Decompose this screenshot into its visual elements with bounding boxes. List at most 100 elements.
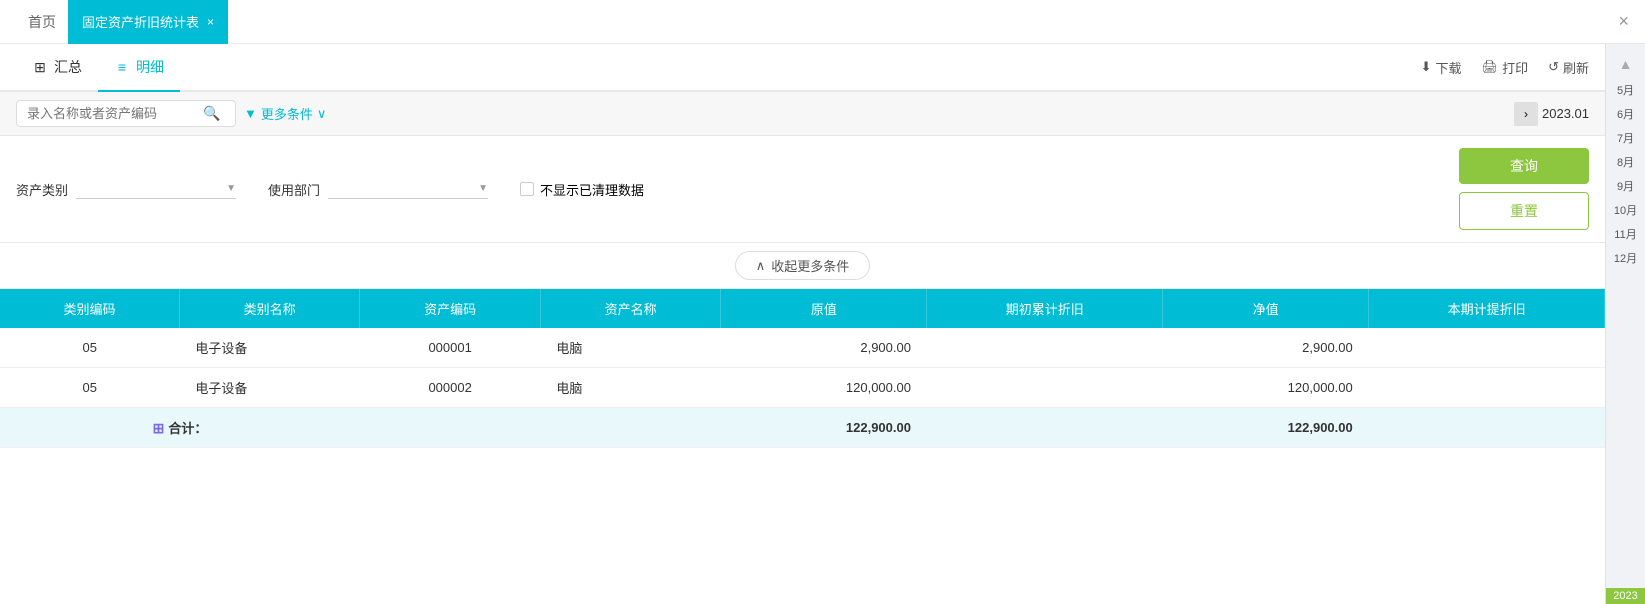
tab-summary-label: 汇总 (54, 57, 82, 77)
cell-accumulated-dep (927, 328, 1163, 368)
download-icon: ⬇ (1421, 59, 1432, 75)
active-tab[interactable]: 固定资产折旧统计表 × (68, 0, 228, 44)
cell-category-code: 05 (0, 368, 179, 408)
sidebar-month-item[interactable]: 6月 (1614, 102, 1637, 126)
print-button[interactable]: 🖨 打印 (1482, 58, 1529, 77)
cell-asset-name: 电脑 (540, 368, 720, 408)
print-label: 打印 (1502, 58, 1528, 77)
main-area: ⊞ 汇总 ≡ 明细 ⬇ 下载 🖨 打印 ↺ 刷新 (0, 44, 1645, 604)
cell-current-dep (1369, 328, 1605, 368)
sidebar-month-item[interactable]: 8月 (1614, 150, 1637, 174)
collapse-bar: ∧ 收起更多条件 (0, 243, 1605, 289)
sidebar-month-item[interactable]: 7月 (1614, 126, 1637, 150)
hide-cleared-box[interactable] (520, 182, 534, 196)
table-header-row: 类别编码 类别名称 资产编码 资产名称 原值 期初累计折旧 净值 本期计提折旧 (0, 289, 1605, 328)
sidebar-month-item[interactable]: 11月 (1614, 222, 1637, 246)
cell-category-code: 05 (0, 328, 179, 368)
query-button[interactable]: 查询 (1459, 148, 1589, 184)
cell-original-value: 2,900.00 (721, 328, 927, 368)
collapse-label: 收起更多条件 (771, 256, 849, 275)
refresh-label: 刷新 (1563, 58, 1589, 77)
col-accumulated-dep: 期初累计折旧 (927, 289, 1163, 328)
total-icon: ⊞ (153, 420, 165, 436)
col-asset-name: 资产名称 (540, 289, 720, 328)
department-label: 使用部门 (268, 180, 320, 199)
refresh-icon: ↺ (1548, 59, 1559, 75)
cell-category-name: 电子设备 (179, 328, 359, 368)
search-bar: 🔍 ▼ 更多条件 ∨ › 2023.01 (0, 92, 1605, 136)
search-input[interactable] (27, 106, 197, 121)
department-arrow: ▼ (478, 183, 488, 194)
table-row: 05 电子设备 000001 电脑 2,900.00 2,900.00 (0, 328, 1605, 368)
chevron-down-icon: ∨ (317, 106, 327, 122)
asset-category-filter: 资产类别 ▼ (16, 179, 236, 199)
asset-category-select[interactable]: ▼ (76, 179, 236, 199)
download-button[interactable]: ⬇ 下载 (1421, 58, 1462, 77)
col-category-name: 类别名称 (179, 289, 359, 328)
collapse-up-icon: ∧ (756, 258, 766, 274)
date-prev-button[interactable]: › (1514, 102, 1538, 126)
filter-row: 资产类别 ▼ 使用部门 ▼ 不显示已清理数据 查询 重置 (0, 136, 1605, 243)
tab-label: 固定资产折旧统计表 (82, 12, 199, 31)
cell-net-value: 2,900.00 (1163, 328, 1369, 368)
department-filter: 使用部门 ▼ (268, 179, 488, 199)
date-label: 2023.01 (1542, 106, 1589, 121)
summary-icon: ⊞ (32, 59, 48, 75)
search-icon: 🔍 (203, 105, 220, 122)
total-net-value: 122,900.00 (1163, 408, 1369, 448)
cell-current-dep (1369, 368, 1605, 408)
total-accumulated-dep (927, 408, 1163, 448)
detail-icon: ≡ (114, 59, 130, 75)
data-table: 类别编码 类别名称 资产编码 资产名称 原值 期初累计折旧 净值 本期计提折旧 … (0, 289, 1605, 448)
cell-asset-code: 000001 (360, 328, 540, 368)
filter-actions: 查询 重置 (1459, 148, 1589, 230)
total-original-value: 122,900.00 (721, 408, 927, 448)
cell-category-name: 电子设备 (179, 368, 359, 408)
cell-original-value: 120,000.00 (721, 368, 927, 408)
hide-cleared-checkbox[interactable]: 不显示已清理数据 (520, 180, 644, 199)
search-input-wrap[interactable]: 🔍 (16, 100, 236, 127)
print-icon: 🖨 (1482, 59, 1499, 75)
reset-button[interactable]: 重置 (1459, 192, 1589, 230)
col-category-code: 类别编码 (0, 289, 179, 328)
sidebar-scroll-up[interactable]: ▲ (1614, 52, 1638, 76)
tab-detail-label: 明细 (136, 57, 164, 77)
cell-asset-name: 电脑 (540, 328, 720, 368)
table-row: 05 电子设备 000002 电脑 120,000.00 120,000.00 (0, 368, 1605, 408)
tab-summary[interactable]: ⊞ 汇总 (16, 44, 98, 92)
sidebar-year-badge: 2023 (1606, 588, 1645, 604)
department-select[interactable]: ▼ (328, 179, 488, 199)
col-net-value: 净值 (1163, 289, 1369, 328)
sidebar-month-item[interactable]: 10月 (1614, 198, 1637, 222)
window-close-button[interactable]: × (1618, 11, 1629, 32)
more-filters-label: 更多条件 (261, 104, 313, 123)
col-original-value: 原值 (721, 289, 927, 328)
sub-tabs-bar: ⊞ 汇总 ≡ 明细 ⬇ 下载 🖨 打印 ↺ 刷新 (0, 44, 1605, 92)
content-panel: ⊞ 汇总 ≡ 明细 ⬇ 下载 🖨 打印 ↺ 刷新 (0, 44, 1605, 604)
filter-icon: ▼ (244, 106, 257, 121)
tab-detail[interactable]: ≡ 明细 (98, 44, 180, 92)
hide-cleared-label: 不显示已清理数据 (540, 180, 644, 199)
right-sidebar: ▲ 5月6月7月8月9月10月11月12月 2023 (1605, 44, 1645, 604)
col-current-dep: 本期计提折旧 (1369, 289, 1605, 328)
sidebar-month-item[interactable]: 5月 (1614, 78, 1637, 102)
refresh-button[interactable]: ↺ 刷新 (1548, 58, 1589, 77)
tab-close-icon[interactable]: × (207, 15, 214, 29)
total-row: ⊞合计： 122,900.00 122,900.00 (0, 408, 1605, 448)
collapse-button[interactable]: ∧ 收起更多条件 (735, 251, 871, 280)
home-nav[interactable]: 首页 (16, 12, 68, 32)
cell-asset-code: 000002 (360, 368, 540, 408)
sidebar-month-item[interactable]: 12月 (1614, 246, 1637, 270)
more-filters-button[interactable]: ▼ 更多条件 ∨ (244, 104, 326, 123)
asset-category-label: 资产类别 (16, 180, 68, 199)
tab-action-bar: ⬇ 下载 🖨 打印 ↺ 刷新 (1421, 58, 1589, 77)
cell-accumulated-dep (927, 368, 1163, 408)
col-asset-code: 资产编码 (360, 289, 540, 328)
total-label: ⊞合计： (0, 408, 360, 448)
asset-category-arrow: ▼ (226, 183, 236, 194)
top-nav: 首页 固定资产折旧统计表 × × (0, 0, 1645, 44)
download-label: 下载 (1436, 58, 1462, 77)
total-current-dep (1369, 408, 1605, 448)
sidebar-month-item[interactable]: 9月 (1614, 174, 1637, 198)
cell-net-value: 120,000.00 (1163, 368, 1369, 408)
